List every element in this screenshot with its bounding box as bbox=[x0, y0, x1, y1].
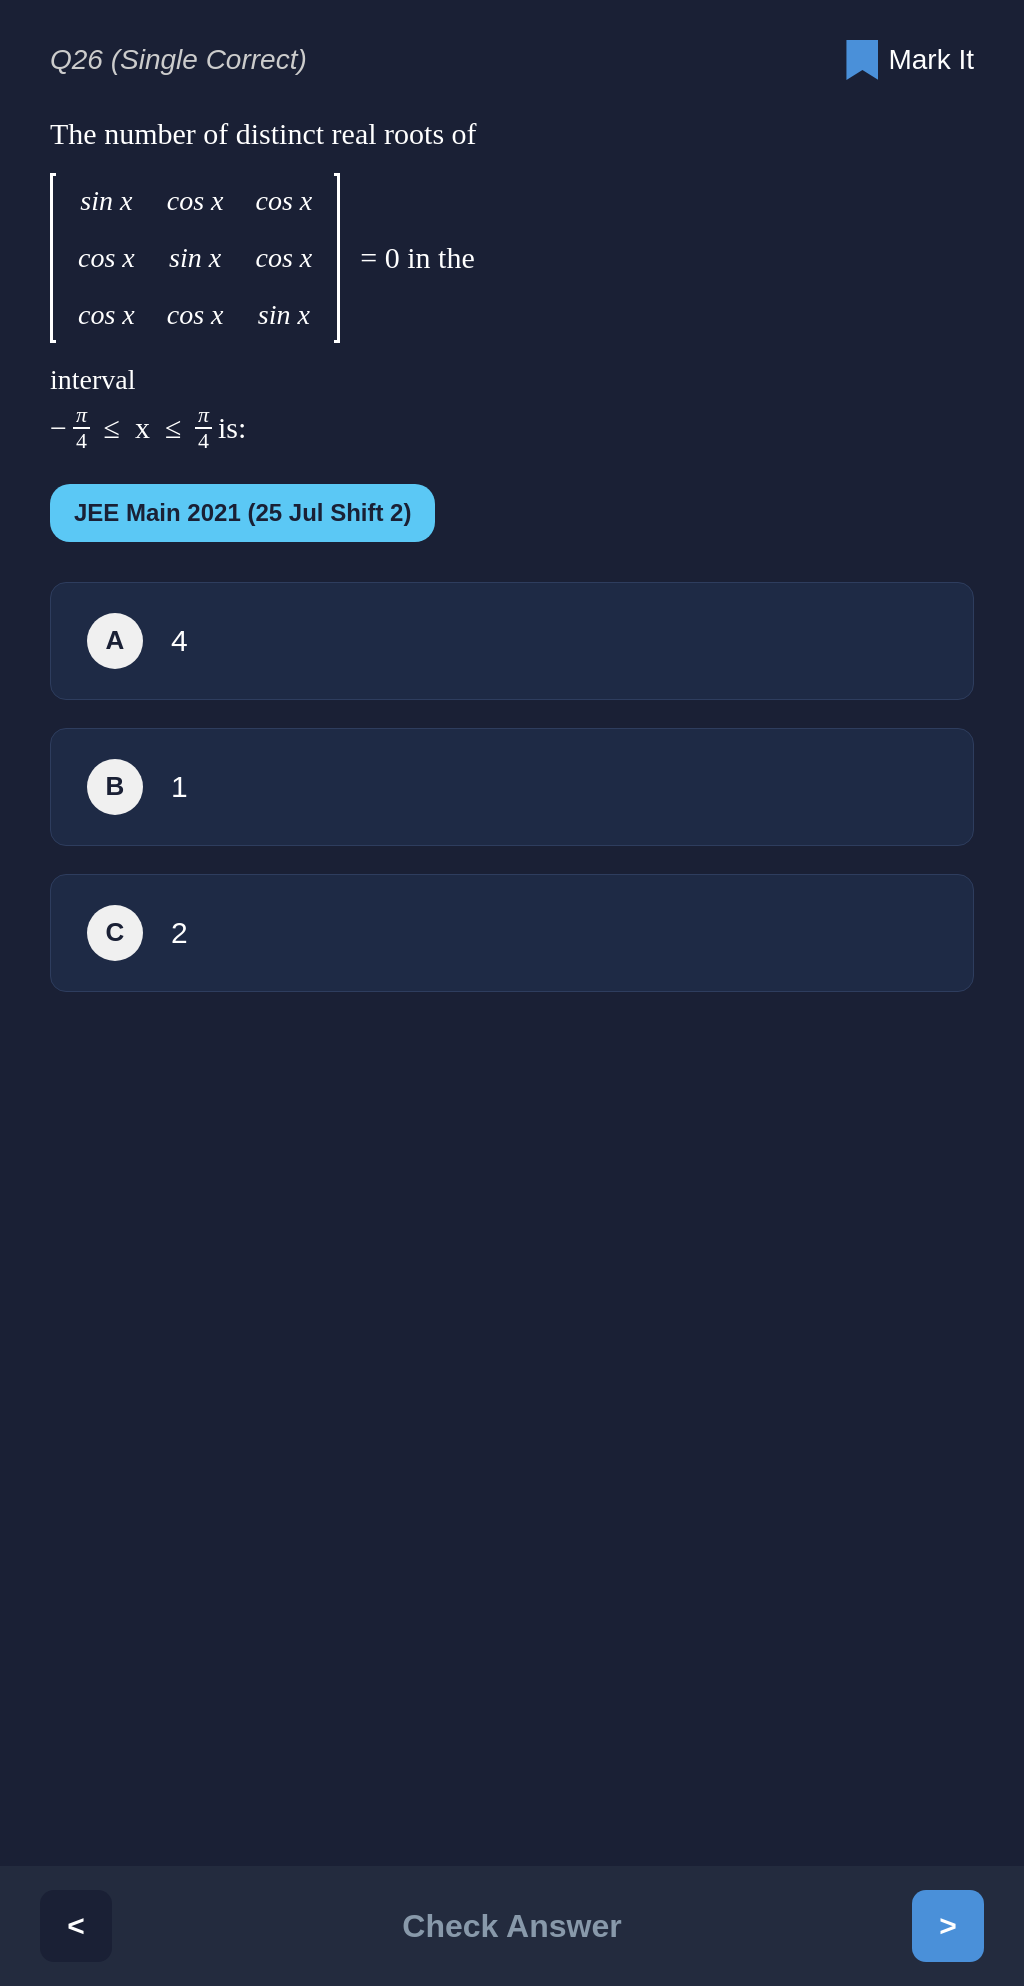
matrix-cell: cos x bbox=[151, 173, 240, 230]
option-value-a: 4 bbox=[171, 624, 188, 658]
interval-is: is: bbox=[218, 404, 246, 452]
question-label: Q26 (Single Correct) bbox=[50, 44, 307, 76]
matrix-cell: cos x bbox=[240, 173, 329, 230]
prev-icon: < bbox=[67, 1909, 85, 1943]
prev-button[interactable]: < bbox=[40, 1890, 112, 1962]
matrix-cell: cos x bbox=[62, 230, 151, 287]
option-circle-c: C bbox=[87, 905, 143, 961]
question-header: Q26 (Single Correct) Mark It bbox=[50, 40, 974, 80]
option-card-c[interactable]: C 2 bbox=[50, 874, 974, 992]
question-body: The number of distinct real roots of sin… bbox=[50, 110, 974, 542]
next-icon: > bbox=[939, 1909, 957, 1943]
option-circle-a: A bbox=[87, 613, 143, 669]
equals-text: = 0 in the bbox=[360, 234, 474, 282]
frac-right: π 4 bbox=[195, 403, 212, 453]
jee-tag[interactable]: JEE Main 2021 (25 Jul Shift 2) bbox=[50, 484, 435, 542]
matrix-cell: cos x bbox=[240, 230, 329, 287]
tag-container: JEE Main 2021 (25 Jul Shift 2) bbox=[50, 484, 974, 542]
matrix-wrapper: sin x cos x cos x cos x sin x cos x cos … bbox=[50, 173, 340, 343]
matrix-equation: sin x cos x cos x cos x sin x cos x cos … bbox=[50, 173, 974, 343]
question-text: The number of distinct real roots of bbox=[50, 110, 974, 158]
matrix-cell: cos x bbox=[151, 287, 240, 344]
option-value-c: 2 bbox=[171, 916, 188, 950]
option-value-b: 1 bbox=[171, 770, 188, 804]
interval-math: − π 4 ≤ x ≤ π 4 is: bbox=[50, 403, 246, 453]
matrix-table: sin x cos x cos x cos x sin x cos x cos … bbox=[62, 173, 328, 343]
bottom-nav: < Check Answer > bbox=[0, 1866, 1024, 1986]
next-button[interactable]: > bbox=[912, 1890, 984, 1962]
option-card-b[interactable]: B 1 bbox=[50, 728, 974, 846]
frac-left: π 4 bbox=[73, 403, 90, 453]
interval-label: interval bbox=[50, 358, 974, 403]
option-card-a[interactable]: A 4 bbox=[50, 582, 974, 700]
option-circle-b: B bbox=[87, 759, 143, 815]
table-row: cos x sin x cos x bbox=[62, 230, 328, 287]
mark-it-button[interactable]: Mark It bbox=[846, 40, 974, 80]
main-content: Q26 (Single Correct) Mark It The number … bbox=[0, 0, 1024, 1866]
options-container: A 4 B 1 C 2 bbox=[50, 582, 974, 992]
matrix-cell: sin x bbox=[62, 173, 151, 230]
check-answer-button[interactable]: Check Answer bbox=[402, 1908, 621, 1945]
table-row: sin x cos x cos x bbox=[62, 173, 328, 230]
matrix-cell: sin x bbox=[151, 230, 240, 287]
matrix-cell: cos x bbox=[62, 287, 151, 344]
mark-it-label: Mark It bbox=[888, 44, 974, 76]
matrix-cell: sin x bbox=[240, 287, 329, 344]
bookmark-icon bbox=[846, 40, 878, 80]
table-row: cos x cos x sin x bbox=[62, 287, 328, 344]
